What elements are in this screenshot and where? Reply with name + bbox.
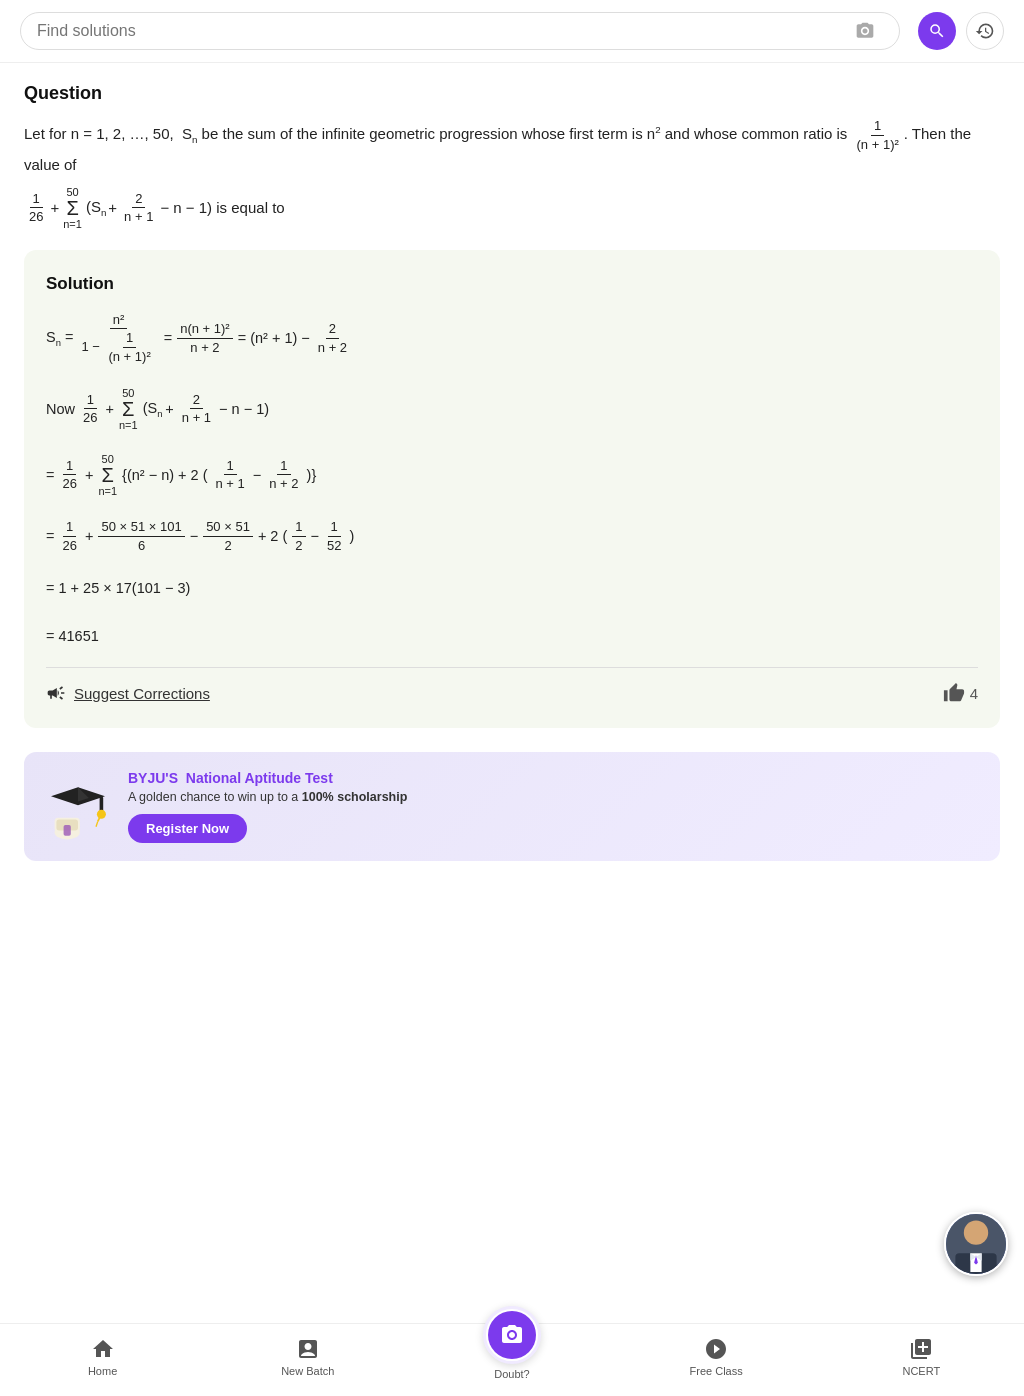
formula-frac: 1 26 [26, 191, 46, 225]
step4-frac4: 1 2 [292, 519, 305, 553]
step3-frac: 1 26 [59, 458, 79, 492]
suggest-corrections-text: Suggest Corrections [74, 685, 210, 702]
suggest-corrections-link[interactable]: Suggest Corrections [46, 683, 210, 703]
step4-frac1: 1 26 [59, 519, 79, 553]
banner-title: BYJU'S National Aptitude Test [128, 770, 982, 786]
svg-rect-3 [64, 825, 71, 836]
suggest-corrections-row: Suggest Corrections 4 [46, 667, 978, 704]
question-formula: 1 26 + 50 Σ n=1 (Sn + 2 n + 1 − n − 1) i… [24, 186, 1000, 230]
solution-step-4: = 1 26 + 50 × 51 × 101 6 − 50 × 51 2 + 2… [46, 519, 978, 553]
step1-main-frac: n² 1 − 1 (n + 1)² [78, 312, 158, 365]
thumbs-up-icon [943, 682, 965, 704]
search-icon [928, 22, 946, 40]
step1-frac3: 2 n + 2 [315, 321, 350, 355]
banner-content: BYJU'S National Aptitude Test A golden c… [128, 770, 982, 843]
step4-frac3: 50 × 51 2 [203, 519, 253, 553]
header [0, 0, 1024, 63]
solution-step-3: = 1 26 + 50 Σ n=1 {(n² − n) + 2 ( 1 n + … [46, 453, 978, 497]
main-content: Question Let for n = 1, 2, …, 50, Sn be … [0, 63, 1024, 981]
camera-icon [855, 21, 875, 41]
history-icon [975, 21, 995, 41]
banner: BYJU'S National Aptitude Test A golden c… [24, 752, 1000, 861]
step3-frac2: 1 n + 1 [213, 458, 248, 492]
banner-image [42, 771, 114, 843]
step4-frac5: 1 52 [324, 519, 344, 553]
megaphone-icon [46, 683, 66, 703]
step1-frac2: n(n + 1)² n + 2 [177, 321, 233, 355]
step3-frac3: 1 n + 2 [266, 458, 301, 492]
solution-label: Solution [46, 274, 978, 294]
search-input[interactable] [37, 22, 855, 40]
like-count: 4 [970, 685, 978, 702]
step3-sigma: 50 Σ n=1 [98, 453, 117, 497]
question-text: Let for n = 1, 2, …, 50, Sn be the sum o… [24, 118, 1000, 178]
like-row[interactable]: 4 [943, 682, 978, 704]
step2-sigma: 50 Σ n=1 [119, 387, 138, 431]
question-section: Question Let for n = 1, 2, …, 50, Sn be … [24, 83, 1000, 230]
question-label: Question [24, 83, 1000, 104]
solution-step-2: Now 1 26 + 50 Σ n=1 (Sn + 2 n + 1 − n − … [46, 387, 978, 431]
solution-box: Solution Sn = n² 1 − 1 (n + 1)² = [24, 250, 1000, 729]
search-bar[interactable] [20, 12, 900, 50]
step4-frac2: 50 × 51 × 101 6 [98, 519, 184, 553]
solution-step-1: Sn = n² 1 − 1 (n + 1)² = n(n + 1)² n + 2 [46, 312, 978, 365]
banner-subtitle: A golden chance to win up to a 100% scho… [128, 790, 982, 804]
history-button[interactable] [966, 12, 1004, 50]
question-frac1: 1 (n + 1)² [854, 118, 902, 152]
solution-step-6: = 41651 [46, 623, 978, 649]
formula-sigma: 50 Σ n=1 [63, 186, 82, 230]
graduation-cap-illustration [42, 771, 114, 843]
svg-line-8 [96, 821, 98, 826]
step2-frac: 1 26 [80, 392, 100, 426]
formula-inner-frac: 2 n + 1 [121, 191, 156, 225]
step2-inner-frac: 2 n + 1 [179, 392, 214, 426]
register-button[interactable]: Register Now [128, 814, 247, 843]
search-button[interactable] [918, 12, 956, 50]
solution-step-5: = 1 + 25 × 17(101 − 3) [46, 575, 978, 601]
